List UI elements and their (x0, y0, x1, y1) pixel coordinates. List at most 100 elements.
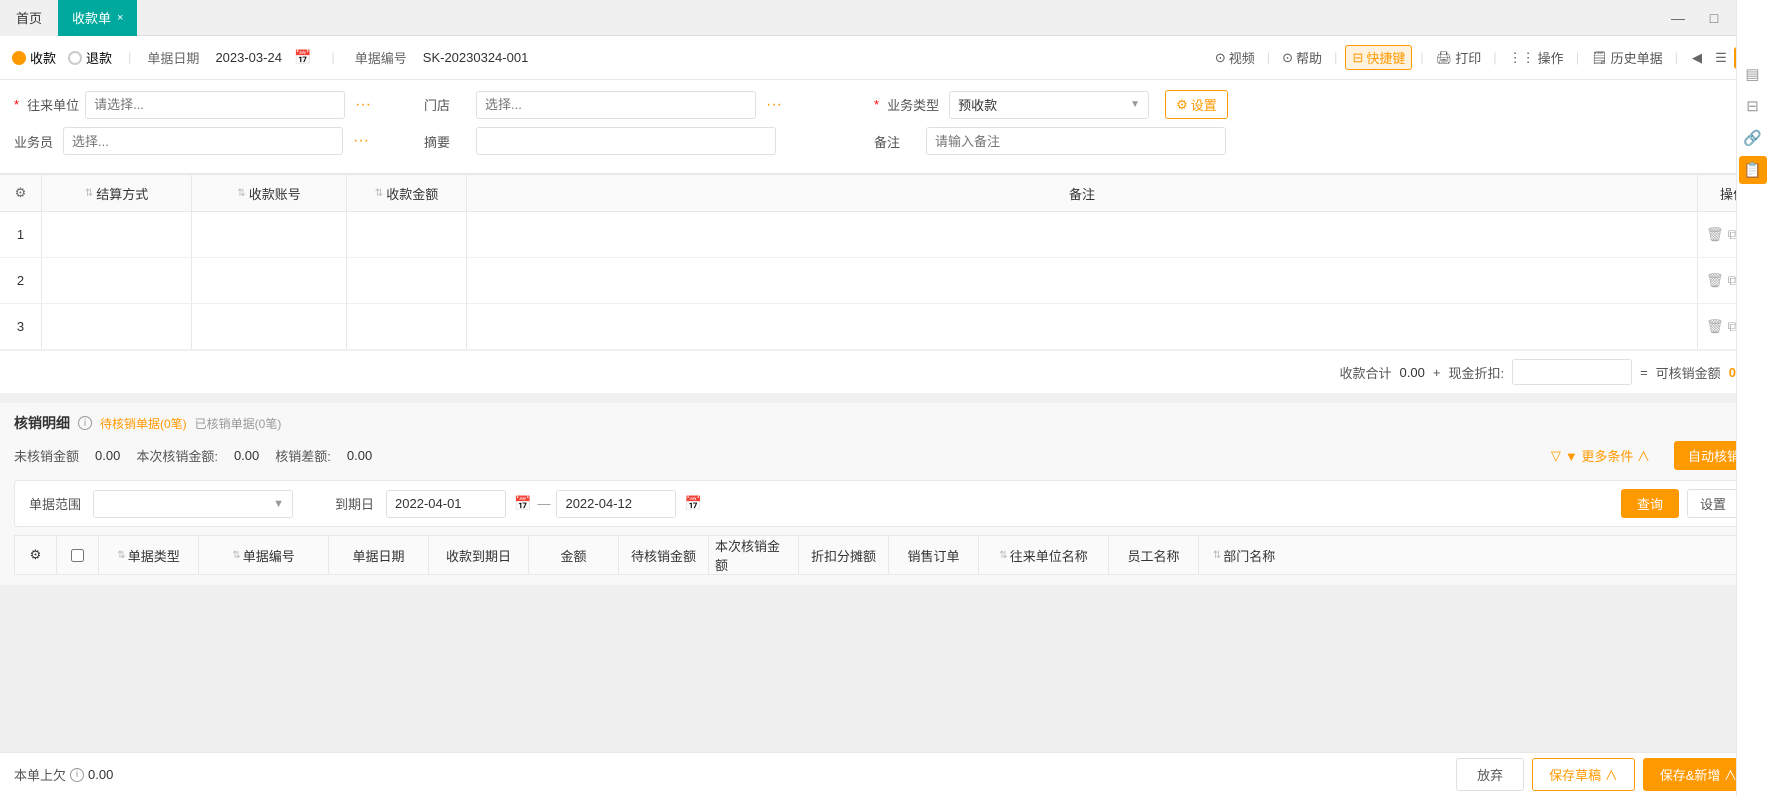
row-1-account[interactable] (192, 212, 347, 257)
partner-label: 往来单位 (27, 95, 79, 114)
abandon-button[interactable]: 放弃 (1456, 758, 1524, 791)
tab-home[interactable]: 首页 (0, 0, 58, 36)
auto-write-off-label: 自动核销 (1688, 449, 1740, 464)
video-icon: ⊙ (1215, 50, 1226, 66)
summary-eq: = (1640, 365, 1648, 380)
help-button[interactable]: ⊙ 帮助 (1278, 46, 1326, 69)
date-calendar-icon[interactable]: 📅 (294, 49, 311, 66)
this-val: 0.00 (234, 448, 259, 463)
summary-discount-input[interactable] (1512, 359, 1632, 385)
partner-more-icon[interactable]: ··· (355, 96, 371, 114)
save-draft-button[interactable]: 保存草稿 ∧ (1532, 758, 1635, 791)
tab-receipt[interactable]: 收款单 × (58, 0, 137, 36)
tab-home-label: 首页 (16, 8, 42, 27)
row-1-delete-icon[interactable]: 🗑 (1706, 226, 1724, 243)
receipt-radio[interactable]: 收款 (12, 48, 56, 67)
filter-settings-button[interactable]: 设置 (1687, 489, 1739, 518)
row-1-amount[interactable] (347, 212, 467, 257)
history-button[interactable]: 🗒 历史单据 (1587, 46, 1667, 69)
rp-form-icon[interactable]: 📋 (1739, 156, 1767, 184)
operations-button[interactable]: ⋮⋮ 操作 (1505, 46, 1568, 69)
maximize-button[interactable]: □ (1696, 0, 1732, 36)
due-date-to-input[interactable] (556, 490, 676, 518)
query-button[interactable]: 查询 (1621, 489, 1679, 518)
print-button[interactable]: 🖨 打印 (1432, 46, 1486, 69)
row-2-delete-icon[interactable]: 🗑 (1706, 272, 1724, 289)
help-icon: ⊙ (1282, 50, 1293, 66)
partner-input[interactable] (85, 91, 345, 119)
dt-partner-label: 往来单位名称 (1010, 546, 1088, 565)
row-2-account[interactable] (192, 258, 347, 303)
dt-this-label: 本次核销金额 (715, 536, 792, 574)
due-date-to-cal-icon[interactable]: 📅 (684, 495, 701, 512)
row-3-note[interactable] (467, 304, 1698, 349)
store-input[interactable] (476, 91, 756, 119)
bottom-info-icon[interactable]: i (70, 768, 84, 782)
row-1-note[interactable] (467, 212, 1698, 257)
store-more-icon[interactable]: ··· (766, 96, 782, 114)
summary-label1: 收款合计 (1340, 363, 1392, 382)
biz-type-label: 业务类型 (887, 95, 939, 114)
row-3-method[interactable] (42, 304, 192, 349)
more-conditions-label: ▼ 更多条件 ∧ (1565, 446, 1650, 465)
biz-type-chevron-icon: ▼ (1130, 99, 1140, 110)
row-3-delete-icon[interactable]: 🗑 (1706, 318, 1724, 335)
receipt-radio-label: 收款 (30, 48, 56, 67)
rp-link-icon[interactable]: 🔗 (1739, 124, 1767, 152)
rp-list-icon[interactable]: ⊟ (1739, 92, 1767, 120)
staff-more-icon[interactable]: ··· (353, 132, 369, 150)
biz-type-select[interactable]: 预收款 ▼ (949, 91, 1149, 119)
dt-settings-icon[interactable]: ⚙ (15, 536, 57, 574)
settings-button[interactable]: ⚙ 设置 (1165, 90, 1228, 119)
note-input[interactable] (926, 127, 1226, 155)
section-info-icon[interactable]: i (78, 416, 92, 430)
range-select[interactable]: ▼ (93, 490, 293, 518)
staff-input[interactable] (63, 127, 343, 155)
rp-table-icon[interactable]: ▤ (1739, 60, 1767, 88)
pending-link[interactable]: 待核销单据(0笔) (100, 415, 187, 432)
history-icon: 🗒 (1591, 50, 1608, 66)
refund-radio-dot (68, 51, 82, 65)
partner-field: * 往来单位 ··· (14, 91, 394, 119)
due-date-from-input[interactable] (386, 490, 506, 518)
tab-close-icon[interactable]: × (117, 12, 123, 24)
note-field: 备注 (874, 127, 1274, 155)
row-1-method[interactable] (42, 212, 192, 257)
table-row: 2 🗑 ⧉ (0, 258, 1768, 304)
store-label: 门店 (424, 95, 450, 114)
shortcut-button[interactable]: ⊟ 快捷键 (1345, 45, 1412, 70)
dt-check-all[interactable] (71, 549, 84, 562)
due-date-from-cal-icon[interactable]: 📅 (514, 495, 531, 512)
dt-pending-label: 待核销金额 (631, 546, 696, 565)
dt-date-header: 单据日期 (329, 536, 429, 574)
minimize-button[interactable]: — (1660, 0, 1696, 36)
receipt-refund-toggle: 收款 退款 (12, 48, 112, 67)
layout-prev-icon[interactable]: ◀ (1686, 47, 1708, 69)
layout-list-icon[interactable]: ☰ (1710, 47, 1732, 69)
row-2-method[interactable] (42, 258, 192, 303)
row-3-amount[interactable] (347, 304, 467, 349)
row-num-2: 2 (0, 258, 42, 303)
table-settings-icon[interactable]: ⚙ (0, 175, 42, 211)
receipt-radio-dot (12, 51, 26, 65)
video-button[interactable]: ⊙ 视频 (1211, 46, 1259, 69)
row-2-note[interactable] (467, 258, 1698, 303)
summary-input[interactable] (476, 127, 776, 155)
dt-num-label: 单据编号 (243, 546, 295, 565)
toolbar-right: ⊙ 视频 | ⊙ 帮助 | ⊟ 快捷键 | 🖨 打印 | ⋮⋮ 操作 | 🗒 历… (1211, 45, 1756, 70)
filter-icon: ▽ (1551, 448, 1561, 464)
dt-date-label: 单据日期 (352, 546, 404, 565)
col-header-method: ⇅ 结算方式 (42, 175, 192, 211)
staff-label: 业务员 (14, 132, 53, 151)
done-link[interactable]: 已核销单据(0笔) (195, 415, 282, 432)
col-method-label: 结算方式 (96, 184, 148, 203)
row-2-amount[interactable] (347, 258, 467, 303)
date-value: 2023-03-24 (215, 50, 282, 65)
dt-duedate-label: 收款到期日 (446, 546, 511, 565)
print-icon: 🖨 (1436, 50, 1453, 66)
refund-radio[interactable]: 退款 (68, 48, 112, 67)
biz-type-required-marker: * (874, 97, 879, 112)
dt-amount-header: 金额 (529, 536, 619, 574)
row-3-account[interactable] (192, 304, 347, 349)
more-conditions-button[interactable]: ▽ ▼ 更多条件 ∧ (1551, 446, 1650, 465)
